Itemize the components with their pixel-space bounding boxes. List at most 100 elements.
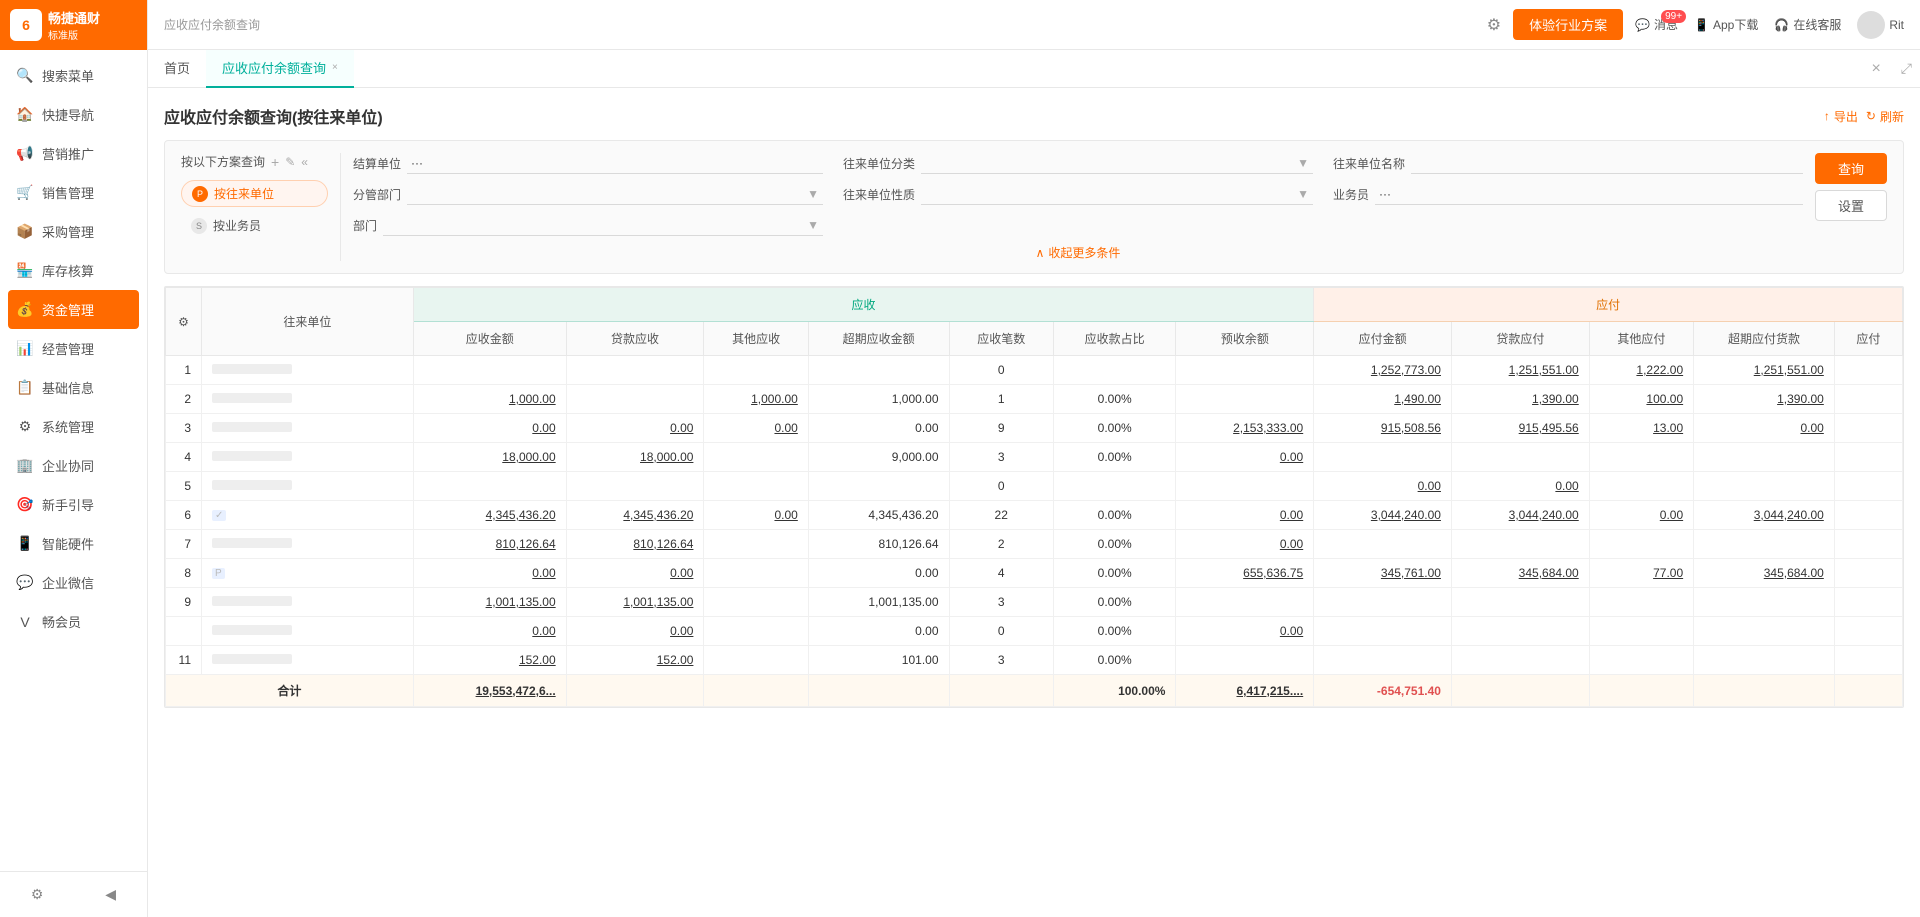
row-other-recv-2[interactable]: 0.00 <box>704 414 808 443</box>
row-recv-amt-2[interactable]: 0.00 <box>413 414 566 443</box>
row-recv-amt-6[interactable]: 810,126.64 <box>413 530 566 559</box>
partner-category-select[interactable]: ▼ <box>921 153 1313 174</box>
filter-collapse-btn[interactable]: « <box>301 155 308 169</box>
tab-receivable[interactable]: 应收应付余额查询 × <box>206 50 354 88</box>
row-loan-recv-2[interactable]: 0.00 <box>566 414 704 443</box>
branch-dept-select[interactable]: ▼ <box>407 184 823 205</box>
row-loan-recv-5[interactable]: 4,345,436.20 <box>566 501 704 530</box>
sidebar-item-marketing[interactable]: 📢营销推广 <box>0 134 147 173</box>
row-other-recv-5[interactable]: 0.00 <box>704 501 808 530</box>
row-recv-amt-9[interactable]: 0.00 <box>413 617 566 646</box>
row-loan-pay-8 <box>1451 588 1589 617</box>
tab-home[interactable]: 首页 <box>148 50 206 88</box>
row-overdue-pay-0[interactable]: 1,251,551.00 <box>1694 356 1835 385</box>
sidebar-item-inventory[interactable]: 🏪库存核算 <box>0 251 147 290</box>
filter-option-salesperson[interactable]: S 按业务员 <box>181 213 328 238</box>
row-pay-amt-4[interactable]: 0.00 <box>1314 472 1452 501</box>
row-recv-amt-3[interactable]: 18,000.00 <box>413 443 566 472</box>
customer-service-btn[interactable]: 🎧 在线客服 <box>1774 16 1841 33</box>
row-pay-amt-2[interactable]: 915,508.56 <box>1314 414 1452 443</box>
row-loan-recv-10[interactable]: 152.00 <box>566 646 704 675</box>
row-loan-recv-7[interactable]: 0.00 <box>566 559 704 588</box>
sidebar-collapse-btn[interactable]: ◀‍ <box>99 880 122 909</box>
table-settings-icon[interactable]: ⚙ <box>178 315 189 329</box>
row-loan-pay-2[interactable]: 915,495.56 <box>1451 414 1589 443</box>
row-loan-pay-0[interactable]: 1,251,551.00 <box>1451 356 1589 385</box>
row-other-pay-5[interactable]: 0.00 <box>1589 501 1693 530</box>
tab-close-icon[interactable]: × <box>332 62 338 73</box>
dept-select[interactable]: ▼ <box>383 215 823 236</box>
salesperson-input[interactable]: ··· <box>1375 184 1803 205</box>
filter-add-btn[interactable]: + <box>271 154 279 170</box>
row-loan-pay-5[interactable]: 3,044,240.00 <box>1451 501 1589 530</box>
partner-nature-select[interactable]: ▼ <box>921 184 1313 205</box>
row-pay-amt-1[interactable]: 1,490.00 <box>1314 385 1452 414</box>
app-download-btn[interactable]: 📱 App下载 <box>1694 16 1758 33</box>
row-recv-amt-5[interactable]: 4,345,436.20 <box>413 501 566 530</box>
row-overdue-pay-1[interactable]: 1,390.00 <box>1694 385 1835 414</box>
row-prepaid-7[interactable]: 655,636.75 <box>1176 559 1314 588</box>
user-profile-btn[interactable]: Rit <box>1857 11 1904 39</box>
row-overdue-pay-5[interactable]: 3,044,240.00 <box>1694 501 1835 530</box>
sidebar-item-operations[interactable]: 📊经营管理 <box>0 329 147 368</box>
row-loan-pay-1[interactable]: 1,390.00 <box>1451 385 1589 414</box>
sidebar-item-search-menu[interactable]: 🔍搜索菜单 <box>0 56 147 95</box>
notification-btn[interactable]: 💬 消息 99+ <box>1635 16 1678 33</box>
sidebar-item-enterprise[interactable]: 🏢企业协同 <box>0 446 147 485</box>
row-loan-pay-7[interactable]: 345,684.00 <box>1451 559 1589 588</box>
total-receivable-amount[interactable]: 19,553,472,6... <box>413 675 566 707</box>
sidebar-item-sales[interactable]: 🛒销售管理 <box>0 173 147 212</box>
row-loan-recv-6[interactable]: 810,126.64 <box>566 530 704 559</box>
row-prepaid-2[interactable]: 2,153,333.00 <box>1176 414 1314 443</box>
row-loan-pay-4[interactable]: 0.00 <box>1451 472 1589 501</box>
row-prepaid-6[interactable]: 0.00 <box>1176 530 1314 559</box>
row-recv-amt-1[interactable]: 1,000.00 <box>413 385 566 414</box>
sidebar-item-wechat[interactable]: 💬企业微信 <box>0 563 147 602</box>
row-prepaid-5[interactable]: 0.00 <box>1176 501 1314 530</box>
sidebar-item-finance[interactable]: 💰资金管理 <box>8 290 139 329</box>
total-prepaid-balance[interactable]: 6,417,215.... <box>1176 675 1314 707</box>
sidebar-settings-btn[interactable]: ⚙ <box>25 880 50 909</box>
trial-button[interactable]: 体验行业方案 <box>1513 9 1623 40</box>
collapse-more-btn[interactable]: ∧ 收起更多条件 <box>353 244 1803 261</box>
sidebar-item-guide[interactable]: 🎯新手引导 <box>0 485 147 524</box>
row-other-pay-7[interactable]: 77.00 <box>1589 559 1693 588</box>
partner-name-input[interactable] <box>1411 153 1803 174</box>
row-pay-amt-7[interactable]: 345,761.00 <box>1314 559 1452 588</box>
row-pay-amt-0[interactable]: 1,252,773.00 <box>1314 356 1452 385</box>
sidebar-item-system[interactable]: ⚙系统管理 <box>0 407 147 446</box>
table-row: 2 1,000.00 1,000.00 1,000.00 1 0.00% 1,4… <box>166 385 1903 414</box>
row-other-pay-2[interactable]: 13.00 <box>1589 414 1693 443</box>
row-recv-amt-10[interactable]: 152.00 <box>413 646 566 675</box>
row-other-pay-1[interactable]: 100.00 <box>1589 385 1693 414</box>
row-overdue-pay-2[interactable]: 0.00 <box>1694 414 1835 443</box>
sidebar-item-vip[interactable]: V畅会员 <box>0 602 147 641</box>
row-loan-recv-8[interactable]: 1,001,135.00 <box>566 588 704 617</box>
header-settings-icon[interactable]: ⚙ <box>1487 15 1501 35</box>
row-pay-amt-5[interactable]: 3,044,240.00 <box>1314 501 1452 530</box>
window-maximize-btn[interactable]: ⤢ <box>1893 60 1920 77</box>
partner-category-label: 往来单位分类 <box>843 155 915 172</box>
row-loan-recv-9[interactable]: 0.00 <box>566 617 704 646</box>
export-btn[interactable]: ↑ 导出 <box>1824 108 1858 125</box>
sidebar-item-quick-nav[interactable]: 🏠快捷导航 <box>0 95 147 134</box>
filter-option-partner[interactable]: P 按往来单位 <box>181 180 328 207</box>
filter-edit-btn[interactable]: ✎ <box>285 155 295 169</box>
sidebar-item-hardware[interactable]: 📱智能硬件 <box>0 524 147 563</box>
sidebar-item-purchase[interactable]: 📦采购管理 <box>0 212 147 251</box>
sidebar-item-basic-info[interactable]: 📋基础信息 <box>0 368 147 407</box>
row-prepaid-9[interactable]: 0.00 <box>1176 617 1314 646</box>
row-partner-5: ✓ <box>202 501 414 530</box>
row-recv-amt-8[interactable]: 1,001,135.00 <box>413 588 566 617</box>
row-other-pay-0[interactable]: 1,222.00 <box>1589 356 1693 385</box>
window-close-btn[interactable]: × <box>1859 60 1892 78</box>
row-loan-recv-3[interactable]: 18,000.00 <box>566 443 704 472</box>
row-overdue-pay-7[interactable]: 345,684.00 <box>1694 559 1835 588</box>
settlement-unit-input[interactable]: ··· <box>407 153 823 174</box>
row-other-recv-1[interactable]: 1,000.00 <box>704 385 808 414</box>
row-recv-amt-7[interactable]: 0.00 <box>413 559 566 588</box>
row-prepaid-3[interactable]: 0.00 <box>1176 443 1314 472</box>
query-btn[interactable]: 查询 <box>1815 153 1887 184</box>
refresh-btn[interactable]: ↻ 刷新 <box>1866 108 1904 125</box>
settings-btn[interactable]: 设置 <box>1815 190 1887 221</box>
